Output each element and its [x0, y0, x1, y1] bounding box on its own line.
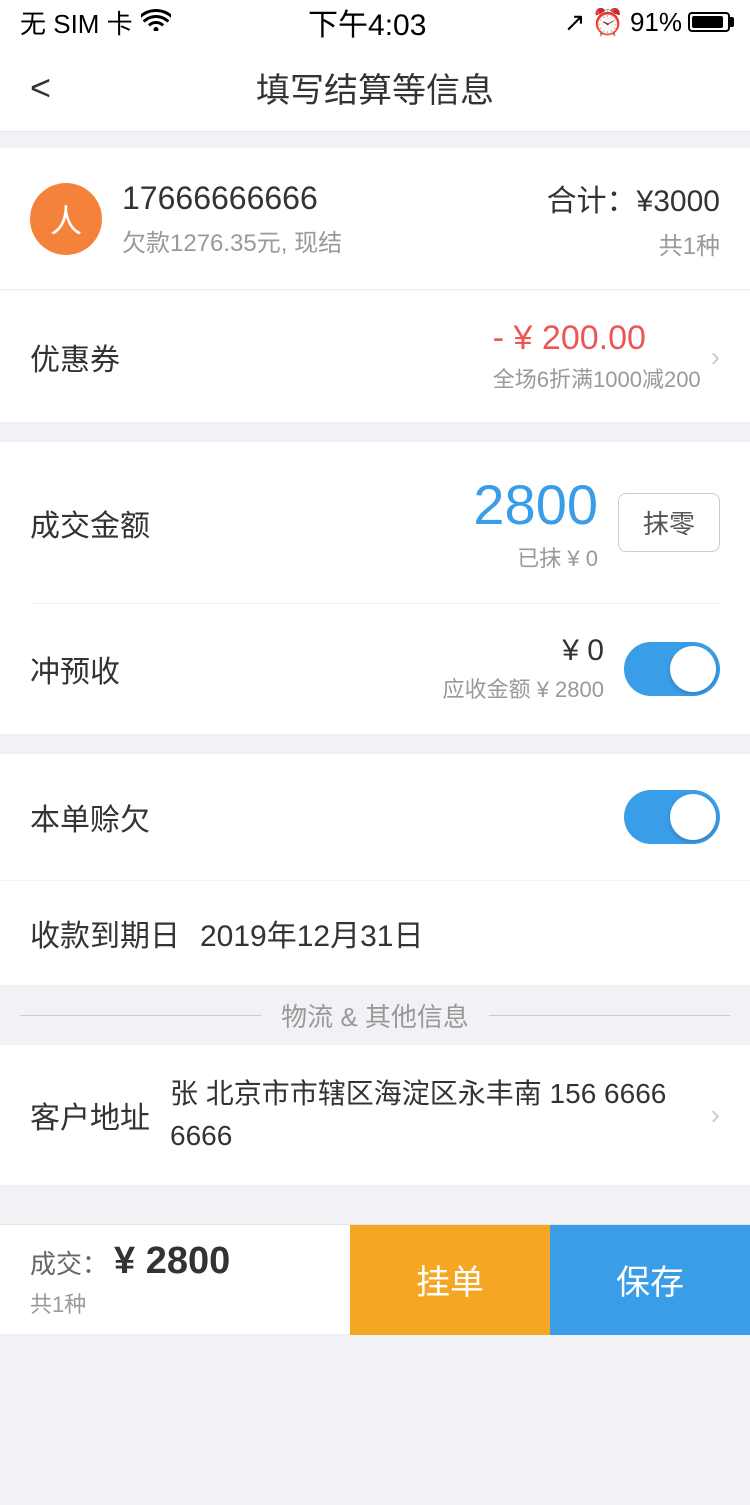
- battery-icon: [688, 12, 730, 32]
- coupon-desc: 全场6折满1000减200: [493, 362, 701, 394]
- status-bar: 无 SIM 卡 下午4:03 ↗ ⏰ 91%: [0, 0, 750, 44]
- alarm-icon: ⏰: [592, 7, 624, 38]
- logistics-label: 物流 & 其他信息: [281, 997, 469, 1034]
- toggle-knob: [670, 646, 716, 692]
- coupon-right: - ¥ 200.00 全场6折满1000减200 ›: [493, 319, 720, 394]
- bottom-deal-value: ¥ 2800: [114, 1240, 230, 1283]
- coupon-info: - ¥ 200.00 全场6折满1000减200: [493, 319, 701, 394]
- deal-amount-right: 2800 已抹 ¥ 0 抹零: [473, 472, 720, 573]
- coupon-amount: - ¥ 200.00: [493, 319, 701, 358]
- bottom-deal-label: 成交：: [30, 1244, 108, 1281]
- bottom-deal: 成交： ¥ 2800: [30, 1240, 320, 1283]
- deal-amount-label: 成交金额: [30, 501, 150, 545]
- deal-amount-value: 2800: [473, 472, 598, 537]
- prepay-label: 冲预收: [30, 647, 120, 691]
- prepay-toggle[interactable]: [624, 642, 720, 696]
- address-row[interactable]: 客户地址 张 北京市市辖区海淀区永丰南 156 6666 6666 ›: [0, 1045, 750, 1185]
- due-date-value: 2019年12月31日: [200, 911, 423, 955]
- order-count: 共1种: [547, 226, 720, 261]
- address-chevron: ›: [711, 1099, 720, 1131]
- debt-toggle[interactable]: [624, 790, 720, 844]
- prepay-right: ¥ 0 应收金额 ¥ 2800: [443, 634, 720, 704]
- back-button[interactable]: <: [30, 67, 51, 109]
- address-label: 客户地址: [30, 1093, 150, 1137]
- wifi-icon: [141, 7, 171, 38]
- debt-label: 本单赊欠: [30, 795, 150, 839]
- avatar: 人: [30, 183, 102, 255]
- customer-right: 合计：¥3000 共1种: [547, 176, 720, 261]
- status-left: 无 SIM 卡: [20, 4, 171, 41]
- page-title: 填写结算等信息: [256, 63, 494, 112]
- prepay-sub: 应收金额 ¥ 2800: [443, 672, 604, 704]
- section-divider-1: [0, 422, 750, 442]
- status-time: 下午4:03: [308, 0, 426, 44]
- customer-left: 人 17666666666 欠款1276.35元, 现结: [30, 180, 342, 258]
- coupon-row[interactable]: 优惠券 - ¥ 200.00 全场6折满1000减200 ›: [0, 291, 750, 422]
- prepay-info: ¥ 0 应收金额 ¥ 2800: [443, 634, 604, 704]
- nav-bar: < 填写结算等信息: [0, 44, 750, 132]
- debt-toggle-knob: [670, 794, 716, 840]
- customer-info: 17666666666 欠款1276.35元, 现结: [122, 180, 342, 258]
- location-icon: ↗: [564, 7, 586, 38]
- bottom-count: 共1种: [30, 1287, 320, 1319]
- customer-phone: 17666666666: [122, 180, 342, 217]
- pending-button[interactable]: 挂单: [350, 1225, 550, 1335]
- coupon-chevron: ›: [711, 341, 720, 373]
- carrier-text: 无 SIM 卡: [20, 4, 133, 41]
- status-right: ↗ ⏰ 91%: [564, 7, 730, 38]
- deal-amount-info: 2800 已抹 ¥ 0: [473, 472, 598, 573]
- due-date-label: 收款到期日: [30, 911, 180, 955]
- coupon-label: 优惠券: [30, 335, 120, 379]
- bottom-bar: 成交： ¥ 2800 共1种 挂单 保存: [0, 1224, 750, 1334]
- battery-percent: 91%: [630, 7, 682, 38]
- round-button[interactable]: 抹零: [618, 493, 720, 552]
- deal-amount-sub: 已抹 ¥ 0: [473, 541, 598, 573]
- save-button[interactable]: 保存: [550, 1225, 750, 1335]
- customer-sub: 欠款1276.35元, 现结: [122, 223, 342, 258]
- prepay-value: ¥ 0: [443, 634, 604, 668]
- customer-card: 人 17666666666 欠款1276.35元, 现结 合计：¥3000 共1…: [0, 148, 750, 289]
- due-date-row: 收款到期日 2019年12月31日: [0, 881, 750, 985]
- prepay-row: 冲预收 ¥ 0 应收金额 ¥ 2800: [30, 604, 720, 734]
- deal-section: 成交金额 2800 已抹 ¥ 0 抹零 冲预收 ¥ 0 应收金额 ¥ 2800: [0, 442, 750, 734]
- logistics-divider: 物流 & 其他信息: [0, 985, 750, 1045]
- deal-amount-row: 成交金额 2800 已抹 ¥ 0 抹零: [30, 442, 720, 604]
- order-total: 合计：¥3000: [547, 176, 720, 220]
- debt-row: 本单赊欠: [0, 754, 750, 880]
- address-value: 张 北京市市辖区海淀区永丰南 156 6666 6666: [170, 1073, 691, 1157]
- section-divider-2: [0, 734, 750, 754]
- bottom-summary: 成交： ¥ 2800 共1种: [0, 1240, 350, 1319]
